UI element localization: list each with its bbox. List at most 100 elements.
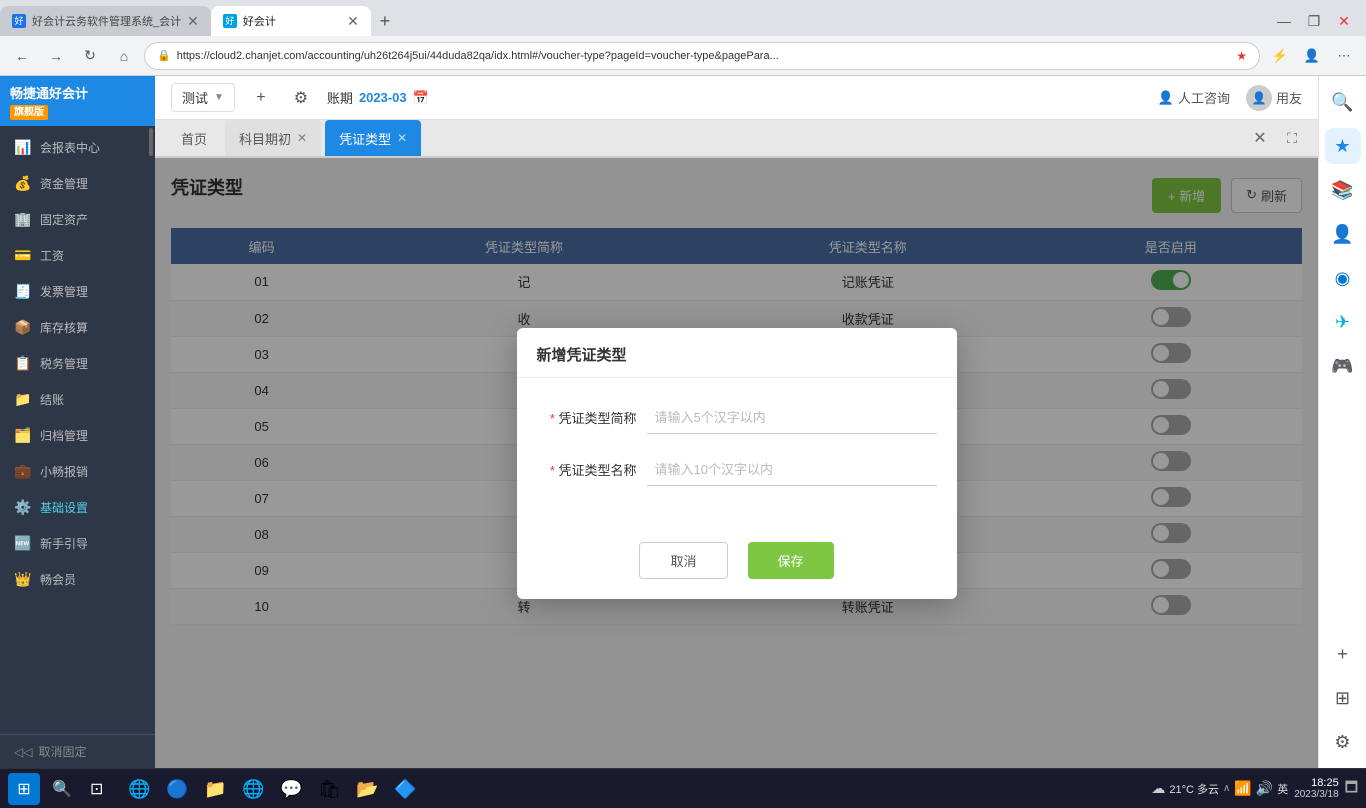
- tab-subject-close-icon[interactable]: ✕: [297, 131, 307, 145]
- sidebar-label-invoice: 发票管理: [40, 283, 88, 300]
- taskbar-store-icon[interactable]: 🛍: [312, 773, 344, 805]
- sidebar-item-closing[interactable]: 📁 结账: [0, 382, 155, 418]
- sidebar-label-inventory: 库存核算: [40, 319, 88, 336]
- period-value: 2023-03: [359, 90, 407, 105]
- logo-badge: 旗舰版: [10, 105, 48, 120]
- url-text: https://cloud2.chanjet.com/accounting/uh…: [177, 50, 1231, 62]
- member-icon: 👑: [14, 571, 32, 589]
- browser-tab-2[interactable]: 好 好会计 ✕: [211, 6, 371, 36]
- form-row-name: * 凭证类型名称: [537, 454, 937, 486]
- dashboard-icon: 📊: [14, 139, 32, 157]
- tab1-title: 好会计云务软件管理系统_会计: [32, 13, 181, 29]
- sidebar-item-finance[interactable]: 💰 资金管理: [0, 166, 155, 202]
- reload-button[interactable]: ↻: [76, 42, 104, 70]
- right-panel-layout-icon[interactable]: ⊞: [1325, 680, 1361, 716]
- sidebar-item-archive[interactable]: 🗂️ 归档管理: [0, 418, 155, 454]
- right-panel-person-icon[interactable]: 👤: [1325, 216, 1361, 252]
- period-lock-icon: 📅: [413, 90, 429, 106]
- closing-icon: 📁: [14, 391, 32, 409]
- secure-icon: 🔒: [157, 49, 171, 62]
- right-panel-send-icon[interactable]: ✈: [1325, 304, 1361, 340]
- notifications-icon[interactable]: 🗖: [1345, 777, 1358, 801]
- back-button[interactable]: ←: [8, 42, 36, 70]
- tab-voucher-type[interactable]: 凭证类型 ✕: [325, 120, 421, 156]
- add-workspace-button[interactable]: +: [247, 84, 275, 112]
- taskbar-edge2-icon[interactable]: 🔷: [388, 773, 420, 805]
- sound-icon: 🔊: [1256, 780, 1273, 797]
- sidebar-label-payroll: 工资: [40, 247, 64, 264]
- unpin-label: 取消固定: [38, 743, 86, 760]
- tab-voucher-close-icon[interactable]: ✕: [397, 131, 407, 145]
- wifi-icon: 📶: [1234, 780, 1251, 797]
- taskbar-multiview-icon[interactable]: ⊡: [84, 773, 116, 805]
- sidebar-item-tax[interactable]: 📋 税务管理: [0, 346, 155, 382]
- finance-icon: 💰: [14, 175, 32, 193]
- tab-subject[interactable]: 科目期初 ✕: [225, 120, 321, 156]
- home-button[interactable]: ⌂: [110, 42, 138, 70]
- taskbar-search-icon[interactable]: 🔍: [46, 773, 78, 805]
- form-row-short: * 凭证类型简称: [537, 402, 937, 434]
- settings-gear-button[interactable]: ⚙: [287, 84, 315, 112]
- tab-home[interactable]: 首页: [167, 120, 221, 156]
- sidebar-item-dashboard[interactable]: 📊 会报表中心: [0, 130, 155, 166]
- taskbar-explorer-icon[interactable]: 📁: [198, 773, 230, 805]
- language-indicator: 英: [1277, 781, 1288, 797]
- right-panel-search-icon[interactable]: 🔍: [1325, 84, 1361, 120]
- browser-tab-bar: 好 好会计云务软件管理系统_会计 ✕ 好 好会计 ✕ + — ❐ ✕: [0, 0, 1366, 36]
- tab2-close-icon[interactable]: ✕: [347, 13, 359, 30]
- page-tabs: 首页 科目期初 ✕ 凭证类型 ✕ ✕ ⛶: [155, 120, 1318, 158]
- extensions-button[interactable]: ⚡: [1266, 42, 1294, 70]
- taskbar-browser-active-icon[interactable]: 🌐: [236, 773, 268, 805]
- sidebar-unpin-button[interactable]: ◁◁ 取消固定: [0, 734, 155, 768]
- taskbar-wechat-icon[interactable]: 💬: [274, 773, 306, 805]
- minimize-button[interactable]: —: [1270, 7, 1298, 35]
- more-button[interactable]: ⋯: [1330, 42, 1358, 70]
- taskbar-edge-icon[interactable]: 🌐: [122, 773, 154, 805]
- close-panel-button[interactable]: ✕: [1246, 124, 1274, 152]
- payroll-icon: 💳: [14, 247, 32, 265]
- sidebar-item-inventory[interactable]: 📦 库存核算: [0, 310, 155, 346]
- url-bar[interactable]: 🔒 https://cloud2.chanjet.com/accounting/…: [144, 42, 1260, 70]
- sidebar-item-guide[interactable]: 🆕 新手引导: [0, 526, 155, 562]
- sidebar-item-payroll[interactable]: 💳 工资: [0, 238, 155, 274]
- sidebar-item-assets[interactable]: 🏢 固定资产: [0, 202, 155, 238]
- logo-text: 畅捷通好会计: [10, 86, 88, 101]
- consult-button[interactable]: 👤 人工咨询: [1158, 88, 1230, 107]
- sidebar-item-settings[interactable]: ⚙️ 基础设置: [0, 490, 155, 526]
- right-panel-game-icon[interactable]: 🎮: [1325, 348, 1361, 384]
- taskbar-files-icon[interactable]: 📂: [350, 773, 382, 805]
- short-input[interactable]: [647, 402, 937, 434]
- weather-text: 21°C 多云: [1169, 781, 1219, 797]
- sidebar-item-expense[interactable]: 💼 小畅报销: [0, 454, 155, 490]
- tab1-close-icon[interactable]: ✕: [187, 13, 199, 30]
- new-tab-button[interactable]: +: [371, 7, 399, 35]
- fullscreen-button[interactable]: ⛶: [1278, 124, 1306, 152]
- tab2-favicon: 好: [223, 14, 237, 28]
- right-panel-gear-icon[interactable]: ⚙: [1325, 724, 1361, 760]
- sidebar-item-invoice[interactable]: 🧾 发票管理: [0, 274, 155, 310]
- close-window-button[interactable]: ✕: [1330, 7, 1358, 35]
- user-button[interactable]: 👤 用友: [1246, 85, 1302, 111]
- right-panel-star-icon[interactable]: ★: [1325, 128, 1361, 164]
- right-panel-outlook-icon[interactable]: ◉: [1325, 260, 1361, 296]
- forward-button[interactable]: →: [42, 42, 70, 70]
- inventory-icon: 📦: [14, 319, 32, 337]
- expense-icon: 💼: [14, 463, 32, 481]
- period-info: 账期 2023-03 📅: [327, 88, 429, 107]
- profile-button[interactable]: 👤: [1298, 42, 1326, 70]
- right-panel-add-icon[interactable]: +: [1325, 636, 1361, 672]
- app-logo: 畅捷通好会计 旗舰版: [10, 86, 88, 120]
- sidebar-item-member[interactable]: 👑 畅会员: [0, 562, 155, 598]
- save-button[interactable]: 保存: [748, 542, 834, 579]
- maximize-button[interactable]: ❐: [1300, 7, 1328, 35]
- browser-tab-1[interactable]: 好 好会计云务软件管理系统_会计 ✕: [0, 6, 211, 36]
- taskbar: ⊞ 🔍 ⊡ 🌐 🔵 📁 🌐 💬 🛍 📂 🔷 ☁ 21°C 多云 ∧ 📶 🔊 英: [0, 768, 1366, 808]
- start-button[interactable]: ⊞: [8, 773, 40, 805]
- period-label: 账期: [327, 88, 353, 107]
- workspace-selector[interactable]: 测试 ▼: [171, 83, 235, 112]
- right-panel-collections-icon[interactable]: 📚: [1325, 172, 1361, 208]
- name-input[interactable]: [647, 454, 937, 486]
- taskbar-chrome-icon[interactable]: 🔵: [160, 773, 192, 805]
- tab2-title: 好会计: [243, 13, 276, 29]
- cancel-button[interactable]: 取消: [639, 542, 727, 579]
